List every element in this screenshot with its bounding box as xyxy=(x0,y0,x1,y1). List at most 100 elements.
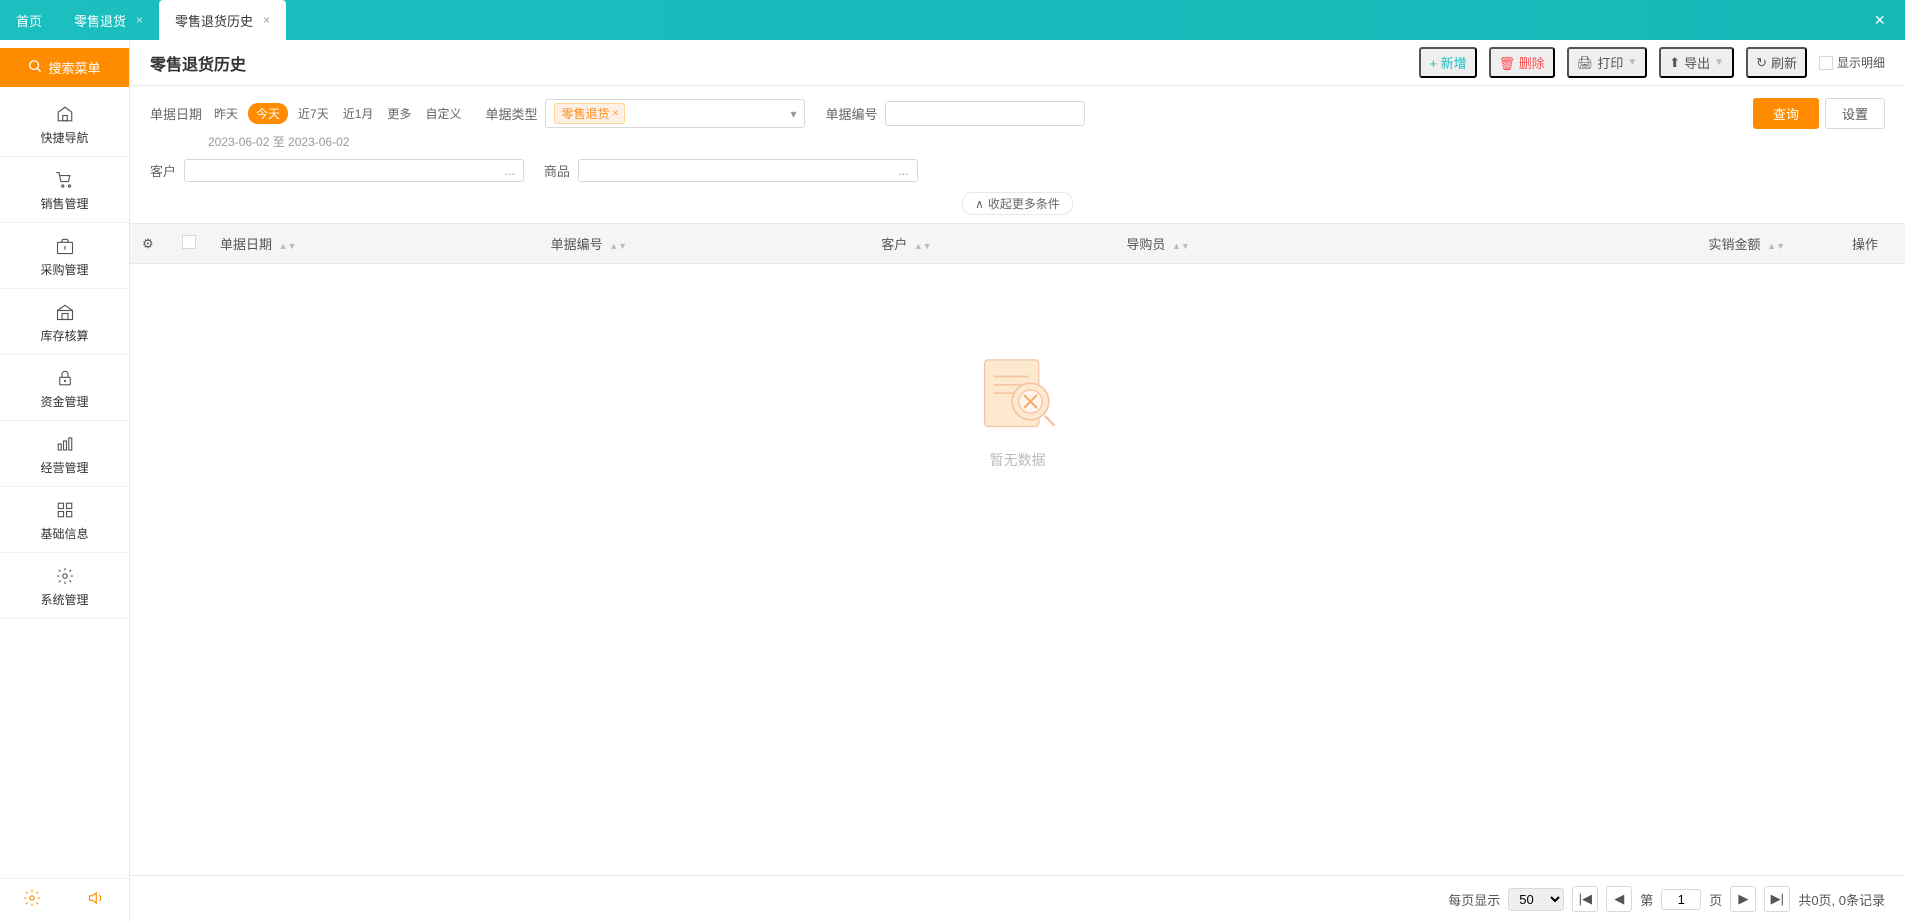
sidebar-settings-button[interactable] xyxy=(23,889,41,912)
sidebar-search[interactable]: 搜索菜单 xyxy=(0,48,129,87)
print-button[interactable]: 🖨 打印 ▼ xyxy=(1567,47,1647,78)
col-number-sort-icon[interactable]: ▲▼ xyxy=(609,241,627,251)
refresh-button[interactable]: ↻ 刷新 xyxy=(1746,47,1807,78)
shortcut-custom[interactable]: 自定义 xyxy=(421,103,465,124)
grid-icon xyxy=(54,499,76,521)
show-detail-wrap: 显示明细 xyxy=(1819,54,1885,71)
col-guide: 导购员 ▲▼ xyxy=(1114,224,1402,264)
shortcut-today[interactable]: 今天 xyxy=(248,103,288,124)
sidebar-item-system-mgmt[interactable]: 系统管理 xyxy=(0,553,129,619)
select-all-checkbox[interactable] xyxy=(182,235,196,249)
number-filter-input[interactable] xyxy=(885,101,1085,126)
col-amount-sort-icon[interactable]: ▲▼ xyxy=(1767,241,1785,251)
first-page-button[interactable]: |◀ xyxy=(1572,886,1598,912)
per-page-select[interactable]: 50 10 20 100 xyxy=(1508,888,1564,911)
sidebar-label-purchase-mgmt: 采购管理 xyxy=(40,261,88,278)
col-settings-icon[interactable]: ⚙ xyxy=(142,236,154,251)
sidebar-item-basic-info[interactable]: 基础信息 xyxy=(0,487,129,553)
content-area: 零售退货历史 + 新增 🗑 删除 🖨 打印 ▼ ⬆ 导出 ▼ ↻ 刷新 xyxy=(130,40,1905,922)
sidebar-label-quick-nav: 快捷导航 xyxy=(40,129,88,146)
top-bar: 首页 零售退货 × 零售退货历史 × × xyxy=(0,0,1905,40)
col-customer-sort-icon[interactable]: ▲▼ xyxy=(914,241,932,251)
type-tag-label: 零售退货 xyxy=(561,105,609,122)
export-button[interactable]: ⬆ 导出 ▼ xyxy=(1659,47,1734,78)
cart-icon xyxy=(54,169,76,191)
window-close-button[interactable]: × xyxy=(1866,6,1893,35)
empty-state-icon xyxy=(968,344,1068,434)
header-actions: + 新增 🗑 删除 🖨 打印 ▼ ⬆ 导出 ▼ ↻ 刷新 xyxy=(1419,47,1885,78)
goods-ellipsis-icon[interactable]: ... xyxy=(898,163,909,178)
customer-filter-label: 客户 xyxy=(150,161,176,180)
date-shortcuts: 昨天 今天 近7天 近1月 更多 自定义 xyxy=(210,103,465,124)
tab-retail-return-label: 零售退货 xyxy=(74,11,126,30)
page-unit-label: 页 xyxy=(1709,890,1722,909)
tab-retail-return-history-close[interactable]: × xyxy=(263,13,270,27)
sidebar-item-finance[interactable]: 资金管理 xyxy=(0,355,129,421)
tab-home[interactable]: 首页 xyxy=(0,0,58,40)
sidebar-label-system-mgmt: 系统管理 xyxy=(40,591,88,608)
empty-state: 暂无数据 xyxy=(130,264,1905,550)
tab-retail-return-history[interactable]: 零售退货历史 × xyxy=(159,0,286,40)
prev-page-button[interactable]: ◀ xyxy=(1606,886,1632,912)
date-filter: 单据日期 昨天 今天 近7天 近1月 更多 自定义 xyxy=(150,103,465,124)
new-button[interactable]: + 新增 xyxy=(1419,47,1476,78)
last-page-button[interactable]: ▶| xyxy=(1764,886,1790,912)
col-settings: ⚙ xyxy=(130,224,170,264)
next-page-button[interactable]: ▶ xyxy=(1730,886,1756,912)
customer-filter-input[interactable]: ... xyxy=(184,159,524,182)
print-icon: 🖨 xyxy=(1577,55,1594,71)
tab-retail-return-close[interactable]: × xyxy=(136,13,143,27)
query-button[interactable]: 查询 xyxy=(1753,98,1819,129)
box-icon xyxy=(54,235,76,257)
data-table: ⚙ 单据日期 ▲▼ 单据编号 ▲▼ xyxy=(130,224,1905,264)
settings-icon xyxy=(54,565,76,587)
goods-filter-input[interactable]: ... xyxy=(578,159,918,182)
sidebar-item-purchase-mgmt[interactable]: 采购管理 xyxy=(0,223,129,289)
collapse-label: 收起更多条件 xyxy=(988,195,1060,212)
chart-icon xyxy=(54,433,76,455)
sidebar-label-operations: 经营管理 xyxy=(40,459,88,476)
query-actions: 查询 设置 xyxy=(1753,98,1885,129)
sidebar-item-inventory[interactable]: 库存核算 xyxy=(0,289,129,355)
shortcut-1month[interactable]: 近1月 xyxy=(339,103,378,124)
number-filter-label: 单据编号 xyxy=(825,104,877,123)
per-page-label: 每页显示 xyxy=(1448,890,1500,909)
shortcut-more[interactable]: 更多 xyxy=(383,103,415,124)
type-filter: 单据类型 零售退货 × ▾ xyxy=(485,99,805,128)
delete-button[interactable]: 🗑 删除 xyxy=(1489,47,1555,78)
type-filter-label: 单据类型 xyxy=(485,104,537,123)
date-range-text: 2023-06-02 至 2023-06-02 xyxy=(208,135,349,149)
type-tag: 零售退货 × xyxy=(554,103,625,124)
customer-ellipsis-icon[interactable]: ... xyxy=(504,163,515,178)
tab-retail-return-history-label: 零售退货历史 xyxy=(175,11,253,30)
tab-retail-return[interactable]: 零售退货 × xyxy=(58,0,159,40)
col-customer: 客户 ▲▼ xyxy=(869,224,1114,264)
type-tag-close[interactable]: × xyxy=(612,108,618,119)
col-date-sort-icon[interactable]: ▲▼ xyxy=(279,241,297,251)
show-detail-checkbox[interactable] xyxy=(1819,56,1833,70)
sidebar-footer xyxy=(0,878,129,922)
page-number-input[interactable] xyxy=(1661,889,1701,910)
col-guide-sort-icon[interactable]: ▲▼ xyxy=(1172,241,1190,251)
type-select[interactable]: 零售退货 × ▾ xyxy=(545,99,805,128)
filter-settings-button[interactable]: 设置 xyxy=(1825,98,1885,129)
warehouse-icon xyxy=(54,301,76,323)
shortcut-7days[interactable]: 近7天 xyxy=(294,103,333,124)
sidebar-search-label: 搜索菜单 xyxy=(48,58,100,77)
topbar-right: × xyxy=(1866,6,1905,35)
sidebar-audio-button[interactable] xyxy=(88,889,106,912)
collapse-button[interactable]: ∧ 收起更多条件 xyxy=(962,192,1073,215)
show-detail-label: 显示明细 xyxy=(1837,54,1885,71)
goods-filter: 商品 ... xyxy=(544,159,918,182)
type-select-chevron-icon: ▾ xyxy=(790,107,796,121)
page-title: 零售退货历史 xyxy=(150,51,246,75)
sidebar-item-quick-nav[interactable]: 快捷导航 xyxy=(0,91,129,157)
page-header: 零售退货历史 + 新增 🗑 删除 🖨 打印 ▼ ⬆ 导出 ▼ ↻ 刷新 xyxy=(130,40,1905,86)
shortcut-yesterday[interactable]: 昨天 xyxy=(210,103,242,124)
sidebar-item-operations[interactable]: 经营管理 xyxy=(0,421,129,487)
sidebar-label-sales-mgmt: 销售管理 xyxy=(40,195,88,212)
main-layout: 搜索菜单 快捷导航 销售管理 采购管理 库存核算 xyxy=(0,40,1905,922)
sidebar-item-sales-mgmt[interactable]: 销售管理 xyxy=(0,157,129,223)
filter-row-1: 单据日期 昨天 今天 近7天 近1月 更多 自定义 单据类型 xyxy=(150,98,1885,129)
search-icon xyxy=(28,59,42,76)
